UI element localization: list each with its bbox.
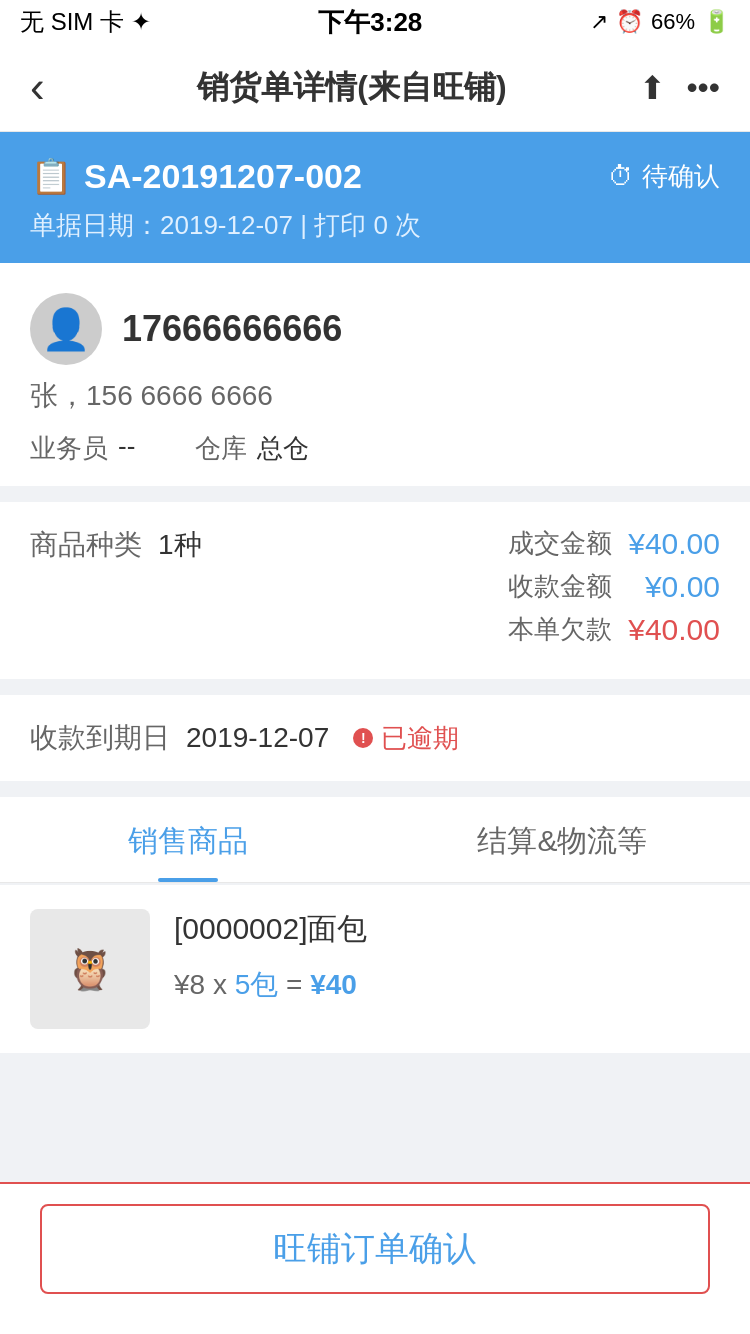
nav-actions: ⬆ ••• — [639, 69, 720, 107]
tab-settlement-logistics[interactable]: 结算&物流等 — [375, 797, 750, 882]
amounts: 成交金额 ¥40.00 收款金额 ¥0.00 本单欠款 ¥40.00 — [508, 526, 720, 655]
share-icon[interactable]: ⬆ — [639, 69, 666, 107]
receipt-row: 收款金额 ¥0.00 — [508, 569, 720, 604]
overdue-icon: ! — [353, 728, 373, 748]
customer-section: 👤 17666666666 张，156 6666 6666 业务员 -- 仓库 … — [0, 263, 750, 486]
order-header: 📋 SA-20191207-002 ⏱ 待确认 单据日期：2019-12-07 … — [0, 132, 750, 263]
page-title: 销货单详情(来自旺铺) — [65, 66, 640, 110]
battery-icon: 🔋 — [703, 9, 730, 35]
clock-icon: ⏱ — [608, 161, 634, 192]
product-section: 🦉 [0000002]面包 ¥8 x 5包 = ¥40 — [0, 885, 750, 1053]
confirm-order-button[interactable]: 旺铺订单确认 — [40, 1204, 710, 1294]
transaction-label: 成交金额 — [508, 526, 612, 561]
order-id-row: 📋 SA-20191207-002 ⏱ 待确认 — [30, 156, 720, 196]
status-bar: 无 SIM 卡 ✦ 下午3:28 ↗ ⏰ 66% 🔋 — [0, 0, 750, 44]
avatar: 👤 — [30, 293, 102, 365]
overdue-text: 已逾期 — [381, 721, 459, 756]
status-time: 下午3:28 — [318, 5, 422, 40]
product-name: [0000002]面包 — [174, 909, 720, 950]
tab-sales-products[interactable]: 销售商品 — [0, 797, 375, 882]
summary-section: 商品种类 1种 成交金额 ¥40.00 收款金额 ¥0.00 本单欠款 ¥40.… — [0, 502, 750, 679]
warehouse-value: 总仓 — [257, 431, 309, 466]
summary-row: 商品种类 1种 成交金额 ¥40.00 收款金额 ¥0.00 本单欠款 ¥40.… — [30, 526, 720, 655]
transaction-row: 成交金额 ¥40.00 — [508, 526, 720, 561]
tabs-section: 销售商品 结算&物流等 — [0, 797, 750, 883]
customer-row: 👤 17666666666 — [30, 293, 720, 365]
customer-name: 张，156 6666 6666 — [30, 377, 720, 415]
order-status: ⏱ 待确认 — [608, 159, 720, 194]
avatar-icon: 👤 — [41, 306, 91, 353]
quantity-text: 5包 — [235, 969, 279, 1000]
inbox-icon: 📋 — [30, 156, 72, 196]
balance-label: 本单欠款 — [508, 612, 612, 647]
battery-status: 66% — [651, 9, 695, 35]
due-date-label: 收款到期日 — [30, 719, 170, 757]
due-date-value: 2019-12-07 — [186, 722, 329, 754]
alarm-icon: ⏰ — [616, 9, 643, 35]
order-id: 📋 SA-20191207-002 — [30, 156, 362, 196]
customer-meta: 业务员 -- 仓库 总仓 — [30, 431, 720, 466]
warehouse-item: 仓库 总仓 — [195, 431, 309, 466]
due-section: 收款到期日 2019-12-07 ! 已逾期 — [0, 695, 750, 781]
receipt-value: ¥0.00 — [645, 570, 720, 604]
status-text: 待确认 — [642, 159, 720, 194]
customer-phone[interactable]: 17666666666 — [122, 308, 342, 350]
product-logo-icon: 🦉 — [65, 946, 115, 993]
order-date: 单据日期：2019-12-07 | 打印 0 次 — [30, 208, 720, 243]
receipt-label: 收款金额 — [508, 569, 612, 604]
location-icon: ↗ — [590, 9, 608, 35]
more-icon[interactable]: ••• — [686, 69, 720, 106]
balance-row: 本单欠款 ¥40.00 — [508, 612, 720, 647]
bottom-button-area: 旺铺订单确认 — [0, 1182, 750, 1334]
product-price: ¥8 x 5包 = ¥40 — [174, 966, 720, 1004]
price-text: ¥8 x — [174, 969, 235, 1000]
confirm-button-label: 旺铺订单确认 — [273, 1226, 477, 1272]
product-info: [0000002]面包 ¥8 x 5包 = ¥40 — [174, 909, 720, 1004]
status-left: 无 SIM 卡 ✦ — [20, 6, 151, 38]
salesperson-item: 业务员 -- — [30, 431, 135, 466]
product-types: 商品种类 1种 — [30, 526, 202, 564]
balance-value: ¥40.00 — [628, 613, 720, 647]
warehouse-label: 仓库 — [195, 431, 247, 466]
nav-bar: 销货单详情(来自旺铺) ⬆ ••• — [0, 44, 750, 132]
product-types-value: 1种 — [158, 526, 202, 564]
overdue-badge: ! 已逾期 — [353, 721, 459, 756]
transaction-value: ¥40.00 — [628, 527, 720, 561]
product-types-label: 商品种类 — [30, 526, 142, 564]
salesperson-label: 业务员 — [30, 431, 108, 466]
price-total: ¥40 — [310, 969, 357, 1000]
status-right: ↗ ⏰ 66% 🔋 — [590, 9, 730, 35]
equals-text: = — [278, 969, 310, 1000]
back-button[interactable] — [30, 65, 45, 111]
order-id-text: SA-20191207-002 — [84, 157, 362, 196]
sim-status: 无 SIM 卡 ✦ — [20, 6, 151, 38]
product-image: 🦉 — [30, 909, 150, 1029]
salesperson-value: -- — [118, 431, 135, 466]
